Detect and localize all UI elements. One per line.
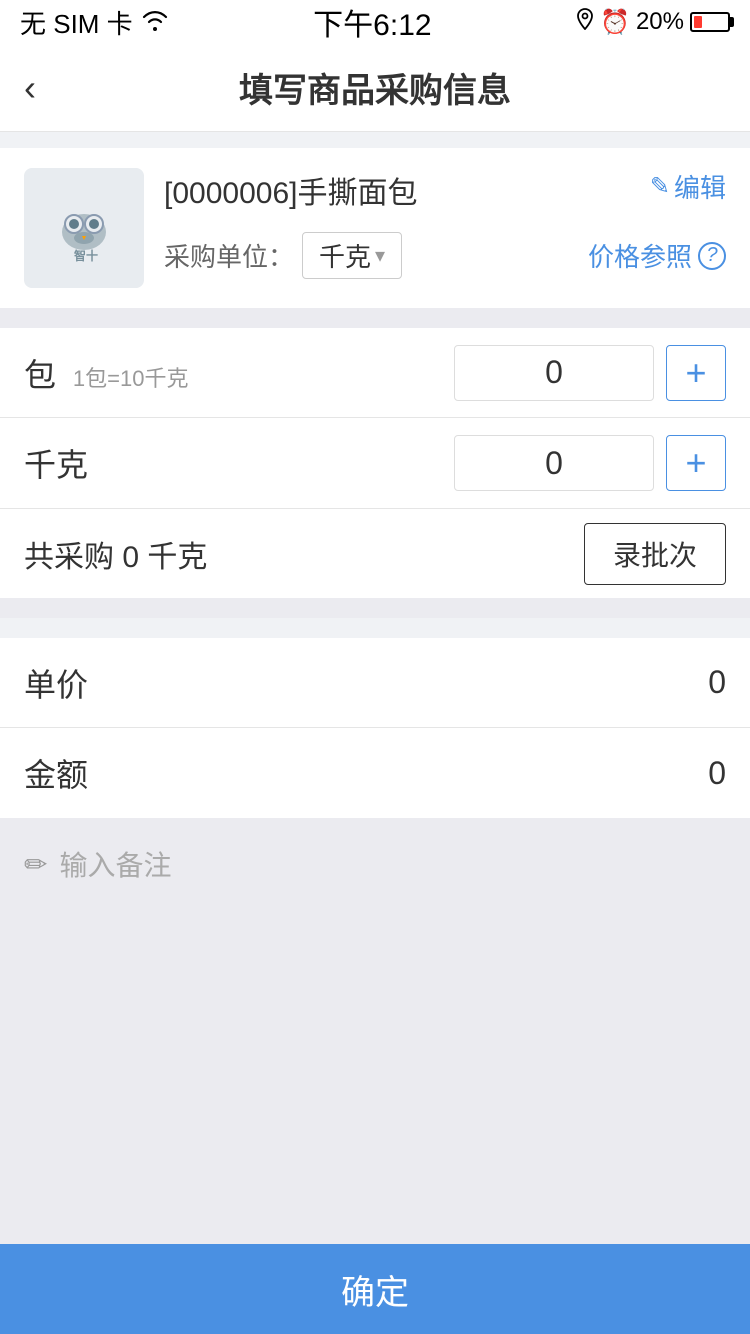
- divider-1: [0, 308, 750, 328]
- status-left: 无 SIM 卡: [20, 4, 169, 41]
- price-section: 单价 0 金额 0: [0, 638, 750, 818]
- remark-placeholder: 输入备注: [59, 844, 171, 884]
- content-area: [0, 910, 750, 1250]
- back-button[interactable]: ‹: [24, 67, 36, 109]
- status-bar: 无 SIM 卡 下午6:12 ⏰ 20%: [0, 0, 750, 44]
- page-title: 填写商品采购信息: [239, 63, 511, 112]
- summary-row: 共采购 0 千克 录批次: [0, 508, 750, 598]
- kg-number-input[interactable]: 0: [454, 435, 654, 491]
- unit-price-value: 0: [708, 664, 726, 701]
- amount-value: 0: [708, 755, 726, 792]
- battery-percent: 20%: [636, 8, 684, 36]
- alarm-icon: ⏰: [600, 8, 630, 37]
- product-name: [0000006]手撕面包: [164, 168, 417, 212]
- status-right: ⏰ 20%: [576, 8, 730, 37]
- bag-input-control: 0 +: [188, 345, 726, 401]
- input-section: 包 1包=10千克 0 + 千克 0 +: [0, 328, 750, 508]
- battery-icon: [690, 12, 730, 32]
- edit-icon: ✎: [650, 172, 670, 201]
- product-info: [0000006]手撕面包 ✎ 编辑 采购单位： 千克 ▾ 价格参照 ?: [164, 168, 726, 279]
- pencil-icon: ✏: [24, 848, 47, 881]
- confirm-button[interactable]: 确定: [0, 1244, 750, 1334]
- divider-2: [0, 598, 750, 618]
- unit-select[interactable]: 千克 ▾: [302, 232, 402, 279]
- nav-bar: ‹ 填写商品采购信息: [0, 44, 750, 132]
- kg-input-row: 千克 0 +: [0, 418, 750, 508]
- bag-sub-label: 1包=10千克: [73, 366, 189, 391]
- kg-plus-button[interactable]: +: [666, 435, 726, 491]
- remark-section[interactable]: ✏ 输入备注: [0, 818, 750, 910]
- purchase-unit: 采购单位： 千克 ▾: [164, 232, 402, 279]
- product-meta: 采购单位： 千克 ▾ 价格参照 ?: [164, 232, 726, 279]
- price-ref-button[interactable]: 价格参照 ?: [588, 237, 726, 274]
- location-icon: [576, 8, 594, 37]
- unit-price-row: 单价 0: [0, 638, 750, 728]
- bag-input-row: 包 1包=10千克 0 +: [0, 328, 750, 418]
- bag-number-input[interactable]: 0: [454, 345, 654, 401]
- product-image: 智十: [24, 168, 144, 288]
- amount-label: 金额: [24, 750, 88, 796]
- wifi-icon: [141, 7, 169, 38]
- kg-input-control: 0 +: [144, 435, 726, 491]
- bag-label: 包 1包=10千克: [24, 350, 188, 396]
- product-card: 智十 [0000006]手撕面包 ✎ 编辑 采购单位： 千克 ▾ 价格参照 ?: [0, 148, 750, 308]
- batch-button[interactable]: 录批次: [584, 523, 726, 585]
- edit-button[interactable]: ✎ 编辑: [650, 168, 726, 205]
- summary-text: 共采购 0 千克: [24, 532, 207, 576]
- svg-text:智十: 智十: [73, 248, 98, 263]
- carrier-text: 无 SIM 卡: [20, 4, 133, 41]
- help-icon: ?: [698, 242, 726, 270]
- status-time: 下午6:12: [313, 0, 431, 44]
- bag-plus-button[interactable]: +: [666, 345, 726, 401]
- unit-price-label: 单价: [24, 660, 88, 706]
- amount-row: 金额 0: [0, 728, 750, 818]
- kg-label: 千克: [24, 440, 144, 486]
